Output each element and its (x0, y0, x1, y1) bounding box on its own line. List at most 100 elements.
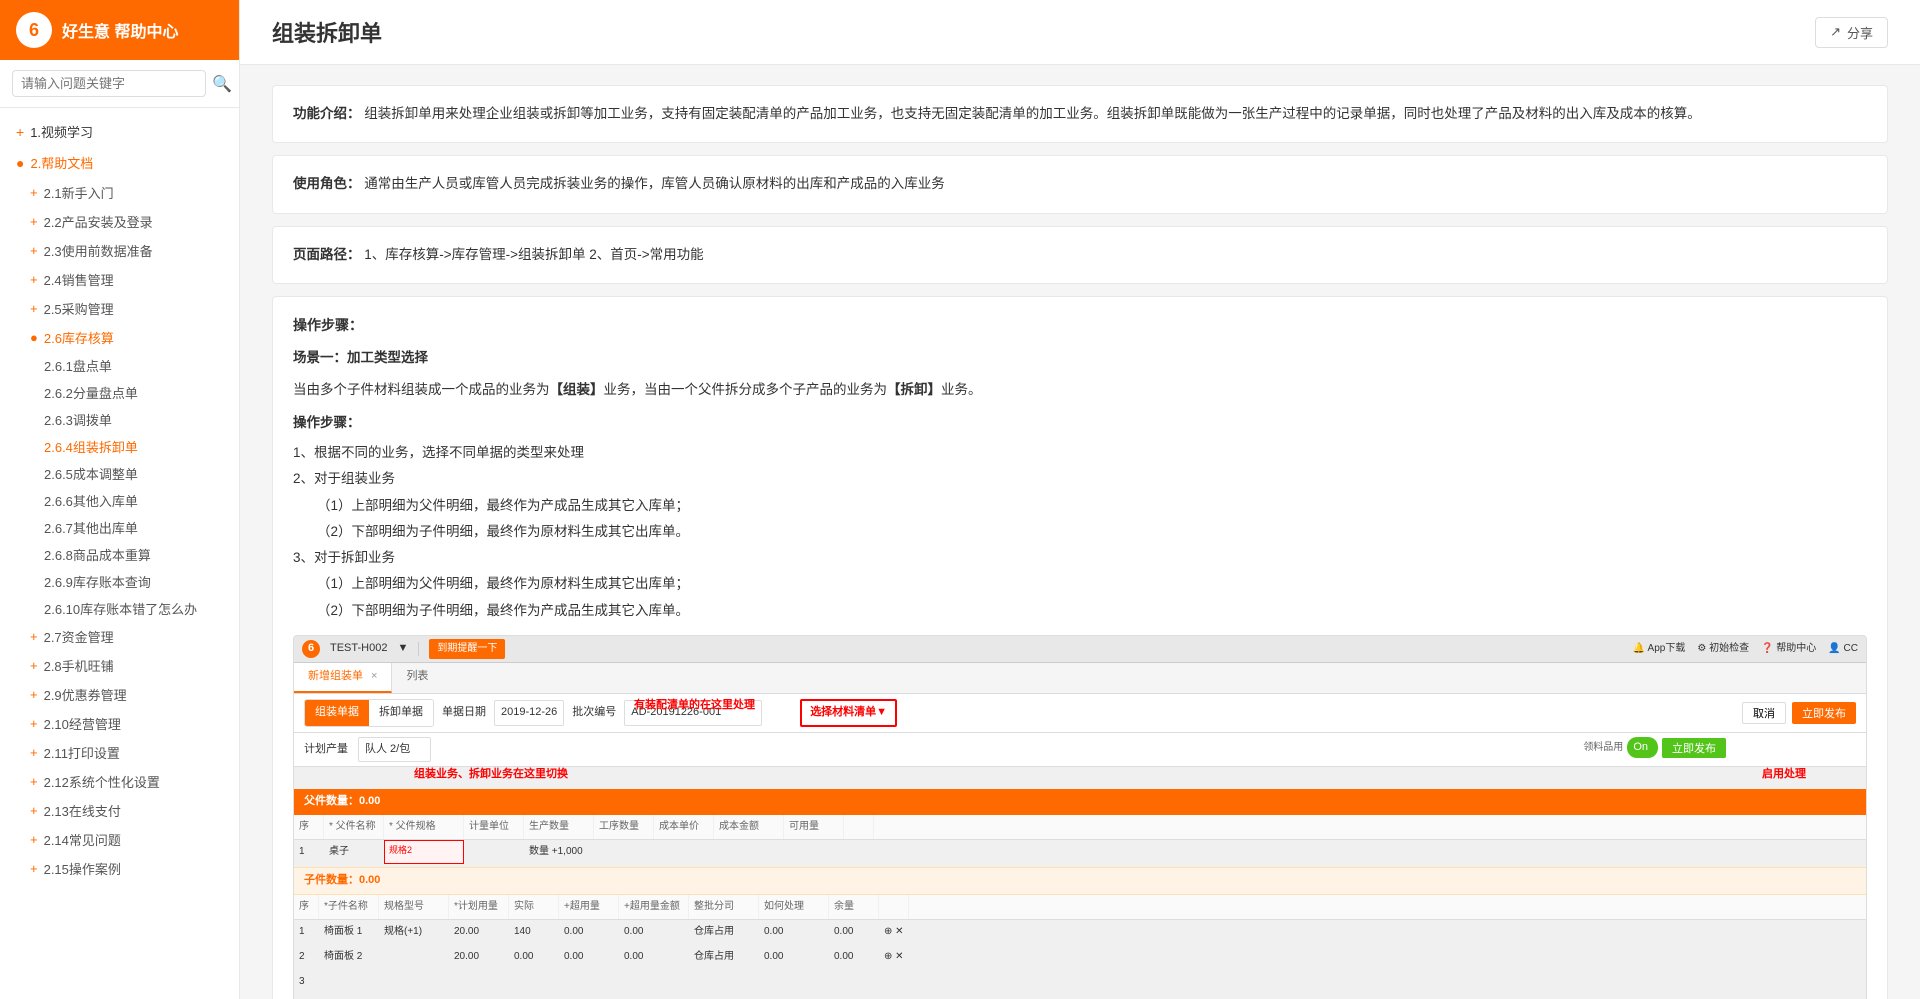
intro-text: 组装拆卸单用来处理企业组装或拆卸等加工业务，支持有固定装配清单的产品加工业务，也… (364, 106, 1701, 121)
sidebar-item-inventory-7[interactable]: 2.6.7其他出库单 (0, 514, 239, 541)
plus-icon: + (16, 124, 24, 140)
sidebar-item-sales[interactable]: + 2.4销售管理 (0, 265, 239, 294)
mock-btd4-0: 4 (294, 992, 319, 999)
mock-th-2: * 父件规格 (384, 815, 464, 839)
mock-topbar-btn: 到期提醒一下 (429, 639, 505, 659)
mock-td-4: 数量 +1,000 (524, 840, 594, 864)
intro-label: 功能介绍： (293, 106, 361, 121)
sidebar-item-install[interactable]: + 2.2产品安装及登录 (0, 207, 239, 236)
sidebar-item-faq[interactable]: + 2.14常见问题 (0, 825, 239, 854)
sidebar-item-docs[interactable]: ● 2.帮助文档 (0, 147, 239, 178)
sidebar-item-mobile[interactable]: + 2.8手机旺铺 (0, 651, 239, 680)
toggle-on-text: On (1633, 738, 1648, 758)
mock-btd2-3: 20.00 (449, 945, 509, 969)
mock-th-5: 工序数量 (594, 815, 654, 839)
sidebar-item-ops-mgmt[interactable]: + 2.10经营管理 (0, 709, 239, 738)
mock-th-8: 可用量 (784, 815, 844, 839)
role-text: 通常由生产人员或库管人员完成拆装业务的操作，库管人员确认原材料的出库和产成品的入… (364, 176, 945, 191)
sidebar-item-inventory-4[interactable]: 2.6.4组装拆卸单 (0, 433, 239, 460)
mock-td-2[interactable]: 规格2 (384, 840, 464, 864)
mock-tab-list[interactable]: 列表 (392, 663, 442, 693)
mock-date-value[interactable]: 2019-12-26 (494, 700, 564, 726)
sidebar-item-online-pay[interactable]: + 2.13在线支付 (0, 796, 239, 825)
mock-type-assembly[interactable]: 组装单据 (305, 700, 369, 726)
mock-icon-1: 🔔 App下载 (1633, 640, 1685, 658)
ops-steps-title: 操作步骤： (293, 411, 1867, 435)
mock-toggle-on[interactable]: On (1627, 737, 1658, 759)
step-2: 2、对于组装业务 (293, 467, 1867, 491)
sidebar-item-personalize[interactable]: + 2.12系统个性化设置 (0, 767, 239, 796)
sidebar-item-cases[interactable]: + 2.15操作案例 (0, 854, 239, 883)
sidebar-item-inventory-8[interactable]: 2.6.8商品成本重算 (0, 541, 239, 568)
mock-annotation-1-area: 选择材料清单▼ (800, 699, 897, 727)
mock-type-disassembly[interactable]: 拆卸单据 (369, 700, 433, 726)
sidebar-item-coupon[interactable]: + 2.9优惠券管理 (0, 680, 239, 709)
sidebar-item-print[interactable]: + 2.11打印设置 (0, 738, 239, 767)
divider (418, 642, 419, 656)
sidebar-item-finance[interactable]: + 2.7资金管理 (0, 622, 239, 651)
search-icon[interactable]: 🔍 (212, 74, 232, 94)
mock-top-table: 父件数量：0.00 序 * 父件名称 * 父件规格 计量单位 生产数量 工序数量… (294, 789, 1866, 865)
mock-btn-cancel[interactable]: 取消 (1742, 702, 1786, 724)
share-button[interactable]: ↗ 分享 (1815, 17, 1888, 48)
mock-logo: 6 (302, 640, 320, 658)
mock-btd-10: ⊕ ✕ (879, 920, 909, 944)
logo-text: 好生意 帮助中心 (62, 18, 178, 42)
mock-td-7 (714, 840, 784, 864)
mock-btn-material-list[interactable]: 选择材料清单▼ (800, 699, 897, 727)
sidebar-item-newcomer[interactable]: + 2.1新手入门 (0, 178, 239, 207)
path-card: 页面路径： 1、库存核算->库存管理->组装拆卸单 2、首页->常用功能 (272, 226, 1888, 284)
sidebar-item-inventory-9[interactable]: 2.6.9库存账本查询 (0, 568, 239, 595)
mock-bth-4: 实际 (509, 895, 559, 919)
search-input[interactable] (12, 70, 206, 97)
mock-btd-1: 椅面板 1 (319, 920, 379, 944)
mock-td-5 (594, 840, 654, 864)
mock-date-label: 单据日期 (442, 703, 486, 723)
mock-tab-label: 新增组装单 (308, 667, 363, 687)
mock-status-row: 计划产量 队人 2/包 领料品用 On 立即发布 组装业务、拆卸业务在这里切换 … (294, 733, 1866, 768)
mock-form-header: 组装单据 拆卸单据 单据日期 2019-12-26 批次编号 AD-201912… (294, 694, 1866, 733)
plus-icon: + (30, 658, 38, 673)
mock-btd2-8: 0.00 (759, 945, 829, 969)
logo-icon: 6 (16, 12, 52, 48)
annotation-text-3: 启用处理 (1762, 765, 1806, 785)
mock-batchno-label: 批次编号 (572, 703, 616, 723)
step-3-2: （2）下部明细为子件明细，最终作为产成品生成其它入库单。 (293, 599, 1867, 623)
mock-bth-3: *计划用量 (449, 895, 509, 919)
mock-top-table-header: 序 * 父件名称 * 父件规格 计量单位 生产数量 工序数量 成本单价 成本金额… (294, 815, 1866, 840)
role-label: 使用角色： (293, 176, 361, 191)
share-icon: ↗ (1830, 24, 1841, 40)
minus-icon: ● (30, 330, 38, 345)
sidebar: 6 好生意 帮助中心 🔍 + 1.视频学习 ● 2.帮助文档 + 2.1新手入门… (0, 0, 240, 999)
mock-qty-input[interactable]: 队人 2/包 (358, 737, 431, 763)
mock-td-3 (464, 840, 524, 864)
path-text: 1、库存核算->库存管理->组装拆卸单 2、首页->常用功能 (364, 247, 703, 262)
mock-th-4: 生产数量 (524, 815, 594, 839)
sidebar-item-inventory-3[interactable]: 2.6.3调拨单 (0, 406, 239, 433)
plus-icon: + (30, 745, 38, 760)
sidebar-item-inventory-2[interactable]: 2.6.2分量盘点单 (0, 379, 239, 406)
mock-tab-close[interactable]: × (371, 667, 377, 687)
mock-btd2-4: 0.00 (509, 945, 559, 969)
step-2-2: （2）下部明细为子件明细，最终作为原材料生成其它出库单。 (293, 520, 1867, 544)
mock-th-7: 成本金额 (714, 815, 784, 839)
sidebar-item-inventory-10[interactable]: 2.6.10库存账本错了怎么办 (0, 595, 239, 622)
minus-icon: ● (16, 155, 24, 171)
mock-btd2-10: ⊕ ✕ (879, 945, 909, 969)
mock-btn-confirm[interactable]: 立即发布 (1792, 702, 1856, 724)
step-2-1: （1）上部明细为父件明细，最终作为产成品生成其它入库单； (293, 494, 1867, 518)
mock-btn-execute[interactable]: 立即发布 (1662, 738, 1726, 758)
sidebar-item-inventory-5[interactable]: 2.6.5成本调整单 (0, 460, 239, 487)
mock-toggle-label: 领料品用 (1583, 739, 1623, 757)
mock-btd2-0: 2 (294, 945, 319, 969)
sidebar-item-data-prep[interactable]: + 2.3使用前数据准备 (0, 236, 239, 265)
sidebar-item-inventory-6[interactable]: 2.6.6其他入库单 (0, 487, 239, 514)
mock-action-btns: 取消 立即发布 (1742, 702, 1856, 724)
sidebar-item-inventory-1[interactable]: 2.6.1盘点单 (0, 352, 239, 379)
sidebar-item-video[interactable]: + 1.视频学习 (0, 116, 239, 147)
plus-icon: + (30, 185, 38, 200)
mock-icon-2: ⚙ 初始检查 (1697, 640, 1749, 658)
sidebar-item-purchase[interactable]: + 2.5采购管理 (0, 294, 239, 323)
mock-bth-1: *子件名称 (319, 895, 379, 919)
sidebar-item-inventory[interactable]: ● 2.6库存核算 (0, 323, 239, 352)
